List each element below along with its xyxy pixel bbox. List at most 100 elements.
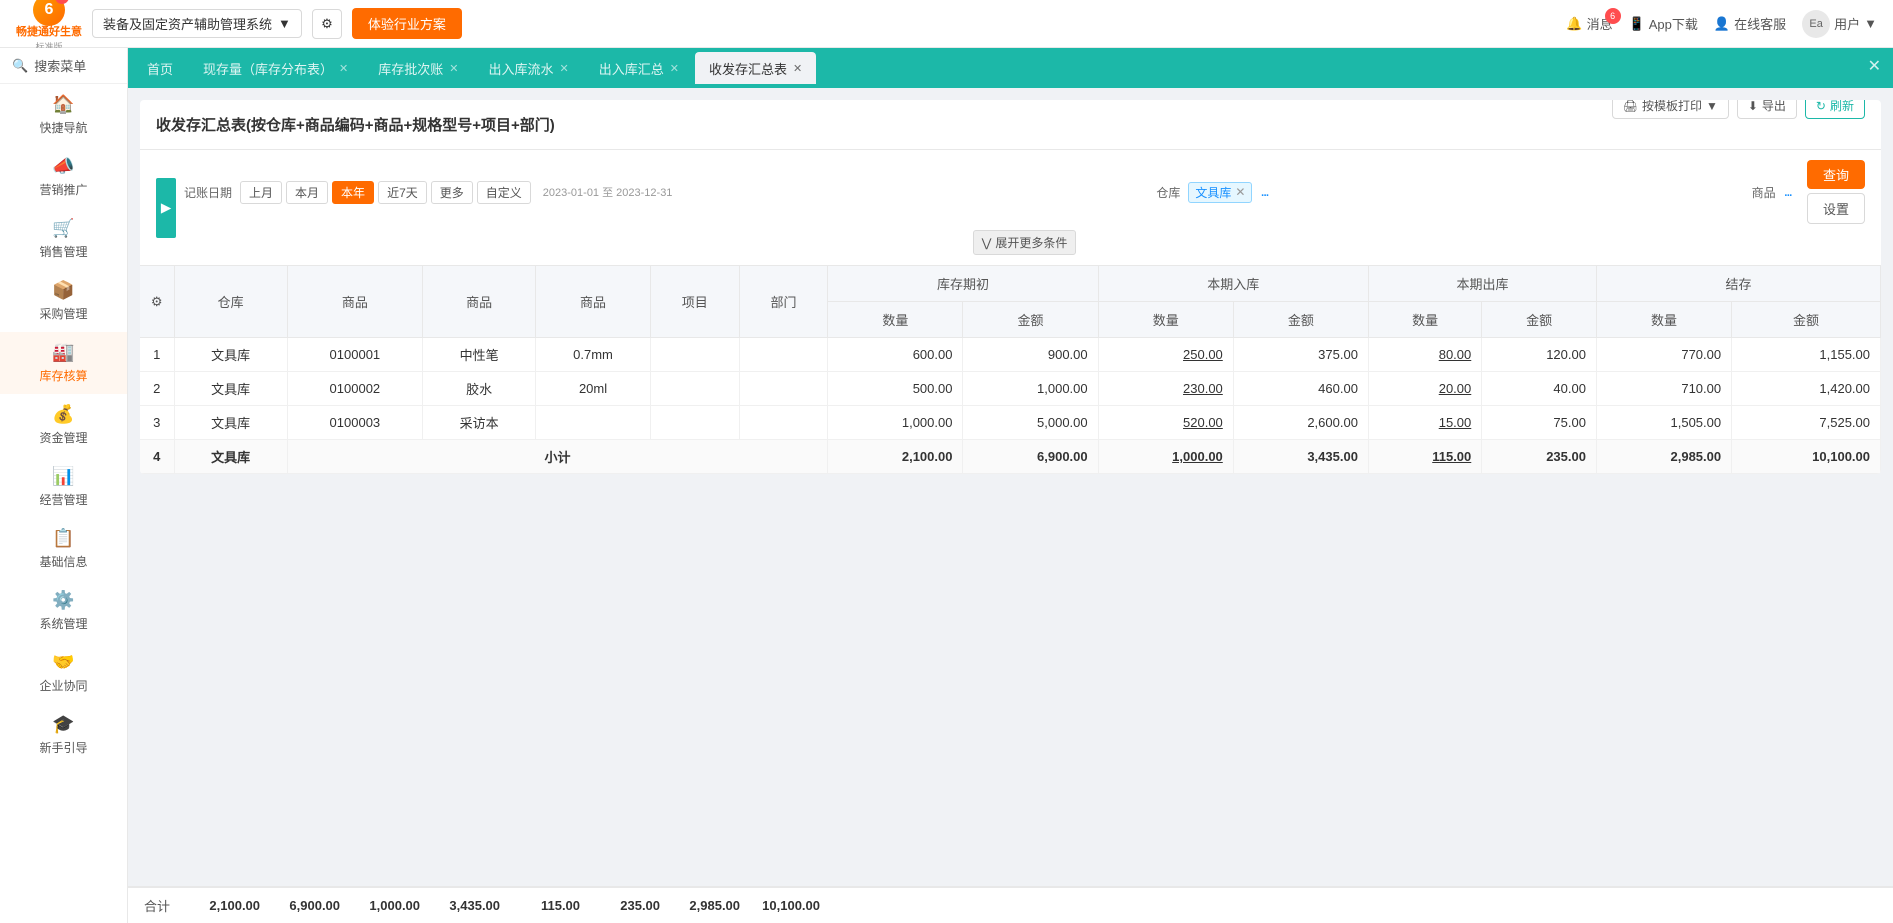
goods-more-button[interactable]: ... [1784,183,1791,201]
sidebar-item-system[interactable]: ⚙️ 系统管理 [0,580,127,642]
tab-close-batch-account[interactable]: ✕ [449,62,458,75]
sidebar-item-guide[interactable]: 🎓 新手引导 [0,704,127,766]
cell-in-qty[interactable]: 230.00 [1098,372,1233,406]
subtotal-out-qty[interactable]: 115.00 [1368,440,1481,474]
tab-close-inout-flow[interactable]: ✕ [560,62,569,75]
inventory-icon: 🏭 [52,342,74,363]
tab-home[interactable]: 首页 [133,52,187,84]
sidebar-item-finance[interactable]: 💰 资金管理 [0,394,127,456]
sidebar-search[interactable]: 🔍 搜索菜单 [0,48,127,84]
cell-open-qty: 500.00 [828,372,963,406]
page-header: 收发存汇总表(按仓库+商品编码+商品+规格型号+项目+部门) 🖨 按模板打印 ▼… [140,100,1881,150]
table-row: 2 文具库 0100002 胶水 20ml 500.00 1,000.00 23… [140,372,1881,406]
tab-close-inout-summary[interactable]: ✕ [670,62,679,75]
cell-in-amt: 2,600.00 [1233,406,1368,440]
online-service-item[interactable]: 👤 在线客服 [1714,14,1786,33]
notification-item[interactable]: 🔔 消息 6 [1566,14,1612,33]
tab-close-recv-send-summary[interactable]: ✕ [793,62,802,75]
date-btn-last-month[interactable]: 上月 [240,181,282,204]
expand-conditions-button[interactable]: ⋁ 展开更多条件 [973,230,1077,255]
sidebar-item-enterprise[interactable]: 🤝 企业协同 [0,642,127,704]
date-btn-custom[interactable]: 自定义 [477,181,531,204]
cell-dept [739,338,828,372]
close-all-tabs-button[interactable]: ✕ [1868,56,1881,76]
sidebar-item-inventory[interactable]: 🏭 库存核算 [0,332,127,394]
th-opening-stock: 库存期初 [828,266,1098,302]
cell-spec: 20ml [536,372,651,406]
cell-out-qty[interactable]: 80.00 [1368,338,1481,372]
cell-in-qty[interactable]: 520.00 [1098,406,1233,440]
subtotal-label: 小计 [287,440,828,474]
date-btn-this-month[interactable]: 本月 [286,181,328,204]
export-icon: ⬇ [1748,100,1758,113]
subtotal-bal-qty: 2,985.00 [1596,440,1731,474]
chevron-down-icon: ▼ [278,16,291,31]
guide-icon: 🎓 [52,714,74,735]
cell-out-qty[interactable]: 15.00 [1368,406,1481,440]
query-button[interactable]: 查询 [1807,160,1865,189]
th-project: 项目 [650,266,739,338]
goods-filter-label: 商品 [1752,184,1776,201]
cell-code: 0100003 [287,406,422,440]
app-download-item[interactable]: 📱 App下载 [1629,14,1698,33]
tab-inout-summary[interactable]: 出入库汇总 ✕ [585,52,693,84]
tab-inout-flow[interactable]: 出入库流水 ✕ [474,52,582,84]
th-in-qty: 数量 [1098,302,1233,338]
gear-button[interactable]: ⚙ [312,9,342,39]
cell-open-qty: 1,000.00 [828,406,963,440]
tab-batch-account[interactable]: 库存批次账 ✕ [364,52,472,84]
sidebar-item-purchase[interactable]: 📦 采购管理 [0,270,127,332]
subtotal-out-amt: 235.00 [1482,440,1597,474]
th-bal-qty: 数量 [1596,302,1731,338]
marketing-icon: 📣 [52,156,74,177]
cell-out-qty[interactable]: 20.00 [1368,372,1481,406]
try-industry-button[interactable]: 体验行业方案 [352,8,462,39]
user-item[interactable]: Ea 用户 ▼ [1802,10,1877,38]
tab-close-stock-distribution[interactable]: ✕ [339,62,348,75]
subtotal-open-amt: 6,900.00 [963,440,1098,474]
print-button[interactable]: 🖨 按模板打印 ▼ [1612,100,1729,119]
warehouse-more-button[interactable]: ... [1260,183,1267,201]
cell-in-qty[interactable]: 250.00 [1098,338,1233,372]
cell-code: 0100001 [287,338,422,372]
date-btn-this-year[interactable]: 本年 [332,181,374,204]
tab-stock-distribution[interactable]: 现存量（库存分布表） ✕ [189,52,362,84]
th-in-amt: 金额 [1233,302,1368,338]
subtotal-in-qty[interactable]: 1,000.00 [1098,440,1233,474]
cell-warehouse: 文具库 [174,372,287,406]
enterprise-icon: 🤝 [52,652,74,673]
table-settings-col[interactable]: ⚙ [140,266,174,338]
logo-text: 畅捷通好生意 [16,26,82,39]
date-btn-more[interactable]: 更多 [431,181,473,204]
warehouse-tag-close[interactable]: ✕ [1235,185,1245,199]
cell-bal-amt: 7,525.00 [1732,406,1881,440]
sidebar-item-sales[interactable]: 🛒 销售管理 [0,208,127,270]
footer-open-qty: 2,100.00 [190,898,270,913]
sidebar: 🔍 搜索菜单 🏠 快捷导航 📣 营销推广 🛒 销售管理 📦 采购管理 🏭 [0,48,128,923]
sidebar-item-marketing[interactable]: 📣 营销推广 [0,146,127,208]
cell-bal-qty: 770.00 [1596,338,1731,372]
cell-in-amt: 375.00 [1233,338,1368,372]
refresh-button[interactable]: ↻ 刷新 [1805,100,1865,119]
sidebar-item-basic-info[interactable]: 📋 基础信息 [0,518,127,580]
export-button[interactable]: ⬇ 导出 [1737,100,1797,119]
system-select[interactable]: 装备及固定资产辅助管理系统 ▼ [92,9,302,38]
sales-icon: 🛒 [52,218,74,239]
th-open-amt: 金额 [963,302,1098,338]
footer-total-label: 合计 [144,896,170,915]
gear-icon: ⚙ [321,16,333,32]
tab-recv-send-summary[interactable]: 收发存汇总表 ✕ [695,52,816,84]
date-filter-label: 记账日期 [184,184,232,201]
sidebar-item-business[interactable]: 📊 经营管理 [0,456,127,518]
th-out-qty: 数量 [1368,302,1481,338]
cell-in-amt: 460.00 [1233,372,1368,406]
notification-badge: 6 [1605,8,1621,24]
cell-open-amt: 900.00 [963,338,1098,372]
date-btn-last-7-days[interactable]: 近7天 [378,181,427,204]
filter-collapse-button[interactable]: ▶ [156,178,176,238]
user-chevron-icon: ▼ [1864,16,1877,31]
footer-bar: 合计 2,100.00 6,900.00 1,000.00 3,435.00 1… [128,886,1893,923]
sidebar-item-quick-nav[interactable]: 🏠 快捷导航 [0,84,127,146]
business-icon: 📊 [52,466,74,487]
set-button[interactable]: 设置 [1807,193,1865,224]
